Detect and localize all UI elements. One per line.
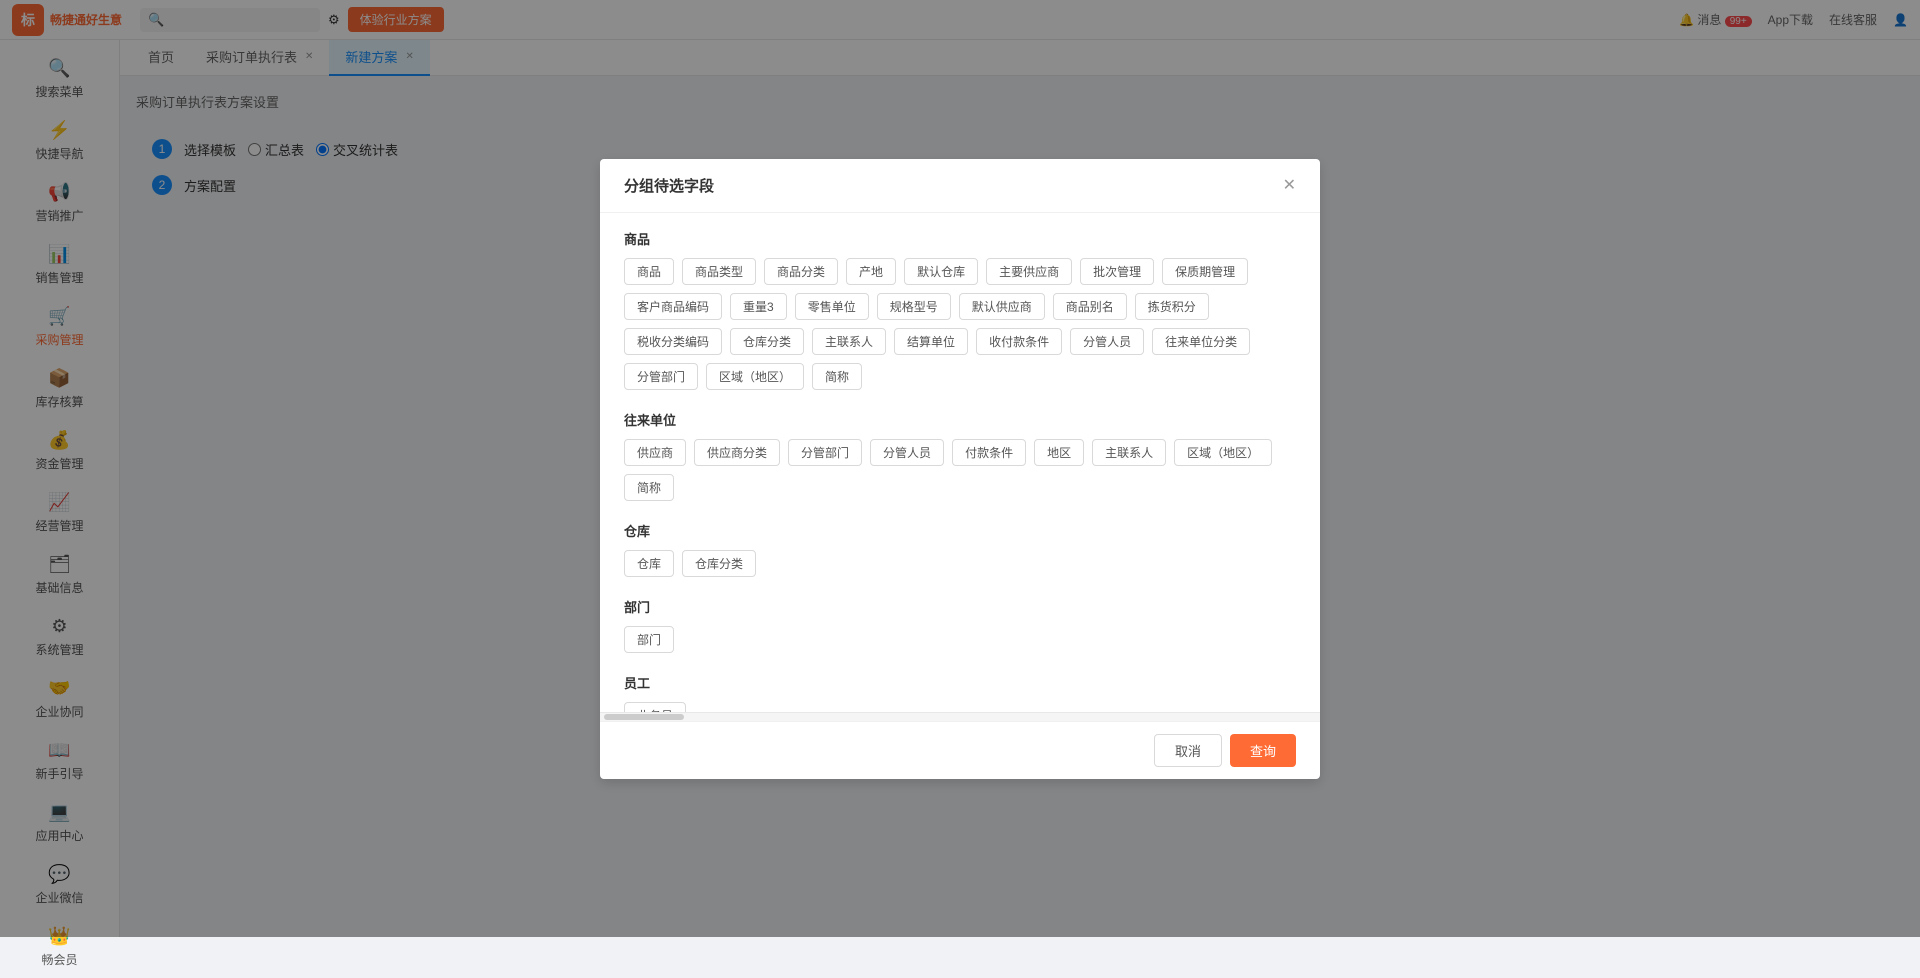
field-tag[interactable]: 部门 xyxy=(624,626,674,653)
field-tag[interactable]: 供应商 xyxy=(624,439,686,466)
section-goods-tags: 商品 商品类型 商品分类 产地 默认仓库 主要供应商 批次管理 保质期管理 客户… xyxy=(624,258,1296,390)
field-tag[interactable]: 拣货积分 xyxy=(1135,293,1209,320)
section-employee-tags: 业务员 xyxy=(624,702,1296,712)
section-warehouse: 仓库 仓库 仓库分类 xyxy=(624,521,1296,577)
field-tag[interactable]: 分管部门 xyxy=(788,439,862,466)
section-partner-title: 往来单位 xyxy=(624,410,1296,429)
field-tag[interactable]: 税收分类编码 xyxy=(624,328,722,355)
section-partner: 往来单位 供应商 供应商分类 分管部门 分管人员 付款条件 地区 主联系人 区域… xyxy=(624,410,1296,501)
field-tag[interactable]: 地区 xyxy=(1034,439,1084,466)
modal-body[interactable]: 商品 商品 商品类型 商品分类 产地 默认仓库 主要供应商 批次管理 保质期管理… xyxy=(600,213,1320,712)
field-tag[interactable]: 仓库 xyxy=(624,550,674,577)
section-dept-title: 部门 xyxy=(624,597,1296,616)
field-tag[interactable]: 收付款条件 xyxy=(976,328,1062,355)
modal-hscrollbar[interactable] xyxy=(600,712,1320,721)
field-tag[interactable]: 保质期管理 xyxy=(1162,258,1248,285)
hscrollbar-thumb[interactable] xyxy=(604,714,684,720)
field-tag[interactable]: 默认供应商 xyxy=(959,293,1045,320)
field-tag[interactable]: 重量3 xyxy=(730,293,787,320)
field-select-modal: 分组待选字段 ✕ 商品 商品 商品类型 商品分类 产地 默认仓库 主要供应商 批… xyxy=(600,159,1320,779)
field-tag[interactable]: 仓库分类 xyxy=(682,550,756,577)
section-employee: 员工 业务员 xyxy=(624,673,1296,712)
field-tag[interactable]: 产地 xyxy=(846,258,896,285)
section-partner-tags: 供应商 供应商分类 分管部门 分管人员 付款条件 地区 主联系人 区域（地区） … xyxy=(624,439,1296,501)
modal-title: 分组待选字段 xyxy=(624,175,714,196)
section-dept-tags: 部门 xyxy=(624,626,1296,653)
field-tag[interactable]: 客户商品编码 xyxy=(624,293,722,320)
field-tag[interactable]: 供应商分类 xyxy=(694,439,780,466)
field-tag[interactable]: 主联系人 xyxy=(812,328,886,355)
field-tag[interactable]: 结算单位 xyxy=(894,328,968,355)
field-tag[interactable]: 主联系人 xyxy=(1092,439,1166,466)
field-tag[interactable]: 往来单位分类 xyxy=(1152,328,1250,355)
modal-overlay: 分组待选字段 ✕ 商品 商品 商品类型 商品分类 产地 默认仓库 主要供应商 批… xyxy=(0,0,1920,937)
field-tag[interactable]: 付款条件 xyxy=(952,439,1026,466)
field-tag[interactable]: 默认仓库 xyxy=(904,258,978,285)
section-goods: 商品 商品 商品类型 商品分类 产地 默认仓库 主要供应商 批次管理 保质期管理… xyxy=(624,229,1296,390)
field-tag[interactable]: 简称 xyxy=(624,474,674,501)
section-dept: 部门 部门 xyxy=(624,597,1296,653)
field-tag[interactable]: 商品类型 xyxy=(682,258,756,285)
field-tag[interactable]: 分管人员 xyxy=(1070,328,1144,355)
field-tag[interactable]: 业务员 xyxy=(624,702,686,712)
field-tag[interactable]: 主要供应商 xyxy=(986,258,1072,285)
field-tag[interactable]: 区域（地区） xyxy=(1174,439,1272,466)
modal-close-btn[interactable]: ✕ xyxy=(1283,175,1296,195)
field-tag[interactable]: 零售单位 xyxy=(795,293,869,320)
field-tag[interactable]: 仓库分类 xyxy=(730,328,804,355)
field-tag[interactable]: 简称 xyxy=(812,363,862,390)
field-tag[interactable]: 商品分类 xyxy=(764,258,838,285)
section-warehouse-title: 仓库 xyxy=(624,521,1296,540)
modal-header: 分组待选字段 ✕ xyxy=(600,159,1320,213)
section-warehouse-tags: 仓库 仓库分类 xyxy=(624,550,1296,577)
field-tag[interactable]: 规格型号 xyxy=(877,293,951,320)
modal-confirm-btn[interactable]: 查询 xyxy=(1230,734,1296,767)
field-tag[interactable]: 批次管理 xyxy=(1080,258,1154,285)
field-tag[interactable]: 区域（地区） xyxy=(706,363,804,390)
modal-footer: 取消 查询 xyxy=(600,721,1320,779)
modal-cancel-btn[interactable]: 取消 xyxy=(1154,734,1222,767)
field-tag[interactable]: 分管人员 xyxy=(870,439,944,466)
sidebar-item-label: 畅会员 xyxy=(41,951,77,968)
field-tag[interactable]: 分管部门 xyxy=(624,363,698,390)
section-employee-title: 员工 xyxy=(624,673,1296,692)
section-goods-title: 商品 xyxy=(624,229,1296,248)
field-tag[interactable]: 商品 xyxy=(624,258,674,285)
field-tag[interactable]: 商品别名 xyxy=(1053,293,1127,320)
